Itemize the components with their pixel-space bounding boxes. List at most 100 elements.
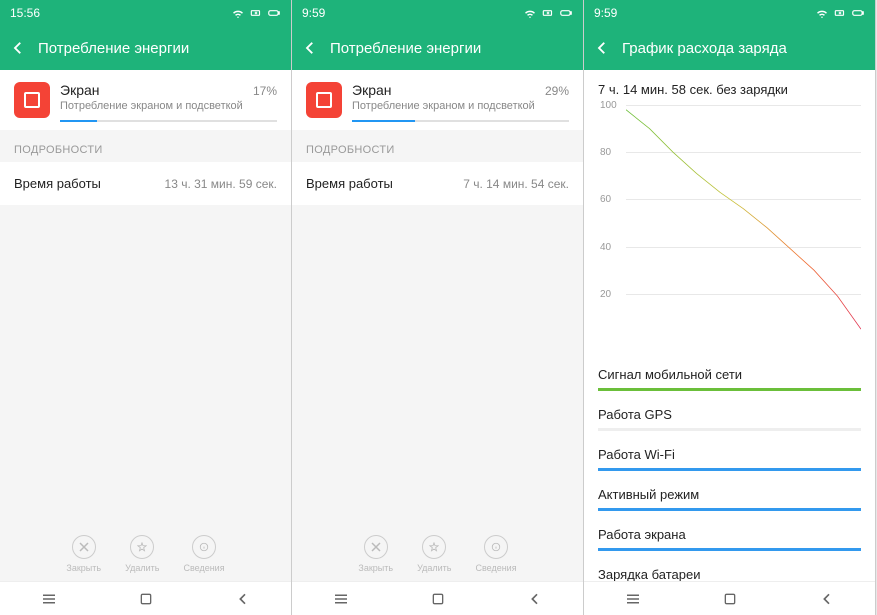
section-label: ПОДРОБНОСТИ [292, 130, 583, 162]
status-bar: 9:59 [292, 0, 583, 26]
usage-bar-fill [598, 468, 861, 471]
status-icons [231, 6, 281, 20]
detail-row: Время работы 7 ч. 14 мин. 54 сек. [292, 162, 583, 205]
progress-fill [352, 120, 415, 122]
app-pct: 29% [545, 84, 569, 98]
progress-track [352, 120, 569, 122]
nav-recent-button[interactable] [38, 588, 60, 610]
app-sub: Потребление экраном и подсветкой [352, 100, 569, 112]
usage-bar-fill [598, 388, 861, 391]
screen-3: 9:59 График расхода заряда 7 ч. 14 мин. … [584, 0, 876, 615]
screen-1: 15:56 Потребление энергии Экран Потребле… [0, 0, 292, 615]
close-button[interactable]: Закрыть [358, 535, 393, 573]
usage-bar-fill [598, 548, 861, 551]
status-icons [815, 6, 865, 20]
nav-recent-button[interactable] [622, 588, 644, 610]
star-icon [130, 535, 154, 559]
app-pct: 17% [253, 84, 277, 98]
nav-home-button[interactable] [719, 588, 741, 610]
info-label: Сведения [475, 563, 516, 573]
back-button[interactable] [8, 38, 28, 58]
app-row[interactable]: Экран Потребление экраном и подсветкой 2… [292, 70, 583, 130]
header-title: График расхода заряда [622, 40, 787, 57]
usage-bar-label: Активный режим [598, 479, 861, 508]
back-button[interactable] [300, 38, 320, 58]
usage-bar-label: Сигнал мобильной сети [598, 359, 861, 388]
header-title: Потребление энергии [330, 40, 481, 57]
usage-bar-label: Работа GPS [598, 399, 861, 428]
screen-2: 9:59 Потребление энергии Экран Потреблен… [292, 0, 584, 615]
star-icon [422, 535, 446, 559]
battery-icon [851, 6, 865, 20]
bottom-actions: Закрыть Удалить Сведения [292, 527, 583, 581]
remove-label: Удалить [417, 563, 451, 573]
battery-icon [559, 6, 573, 20]
remove-button[interactable]: Удалить [417, 535, 451, 573]
ytick-label: 20 [600, 289, 611, 300]
screen-icon [306, 82, 342, 118]
usage-bar-fill [598, 508, 861, 511]
header: Потребление энергии [0, 26, 291, 70]
remove-label: Удалить [125, 563, 159, 573]
status-bar: 9:59 [584, 0, 875, 26]
progress-track [60, 120, 277, 122]
close-button[interactable]: Закрыть [66, 535, 101, 573]
header: График расхода заряда [584, 26, 875, 70]
ytick-label: 80 [600, 147, 611, 158]
status-time: 15:56 [10, 6, 40, 20]
status-time: 9:59 [302, 6, 325, 20]
section-label: ПОДРОБНОСТИ [0, 130, 291, 162]
close-label: Закрыть [358, 563, 393, 573]
usage-bar-track [598, 468, 861, 471]
usage-bar-track [598, 388, 861, 391]
battery-box-icon [249, 6, 263, 20]
info-button[interactable]: Сведения [183, 535, 224, 573]
usage-bar-track [598, 548, 861, 551]
nav-back-button[interactable] [816, 588, 838, 610]
status-time: 9:59 [594, 6, 617, 20]
app-info: Экран Потребление экраном и подсветкой [60, 82, 277, 122]
nav-home-button[interactable] [135, 588, 157, 610]
close-icon [72, 535, 96, 559]
back-button[interactable] [592, 38, 612, 58]
chart-title: 7 ч. 14 мин. 58 сек. без зарядки [584, 70, 875, 99]
nav-home-button[interactable] [427, 588, 449, 610]
bottom-actions: Закрыть Удалить Сведения [0, 527, 291, 581]
usage-bar-label: Работа Wi-Fi [598, 439, 861, 468]
detail-value: 13 ч. 31 мин. 59 сек. [165, 177, 277, 191]
battery-icon [267, 6, 281, 20]
usage-bar-track [598, 428, 861, 431]
battery-box-icon [541, 6, 555, 20]
header-title: Потребление энергии [38, 40, 189, 57]
detail-row: Время работы 13 ч. 31 мин. 59 сек. [0, 162, 291, 205]
status-icons [523, 6, 573, 20]
usage-bar-track [598, 508, 861, 511]
status-bar: 15:56 [0, 0, 291, 26]
app-row[interactable]: Экран Потребление экраном и подсветкой 1… [0, 70, 291, 130]
info-icon [192, 535, 216, 559]
usage-bar-label: Работа экрана [598, 519, 861, 548]
nav-recent-button[interactable] [330, 588, 352, 610]
info-icon [484, 535, 508, 559]
wifi-icon [231, 6, 245, 20]
detail-label: Время работы [306, 176, 393, 191]
detail-value: 7 ч. 14 мин. 54 сек. [463, 177, 569, 191]
info-button[interactable]: Сведения [475, 535, 516, 573]
header: Потребление энергии [292, 26, 583, 70]
remove-button[interactable]: Удалить [125, 535, 159, 573]
ytick-label: 60 [600, 194, 611, 205]
progress-fill [60, 120, 97, 122]
app-name: Экран [60, 82, 277, 98]
chart-area: 20406080100 [598, 105, 861, 341]
nav-back-button[interactable] [232, 588, 254, 610]
battery-chart [626, 105, 861, 341]
detail-label: Время работы [14, 176, 101, 191]
app-name: Экран [352, 82, 569, 98]
nav-bar [0, 581, 291, 615]
info-label: Сведения [183, 563, 224, 573]
wifi-icon [815, 6, 829, 20]
nav-back-button[interactable] [524, 588, 546, 610]
app-sub: Потребление экраном и подсветкой [60, 100, 277, 112]
nav-bar [584, 581, 875, 615]
close-icon [364, 535, 388, 559]
